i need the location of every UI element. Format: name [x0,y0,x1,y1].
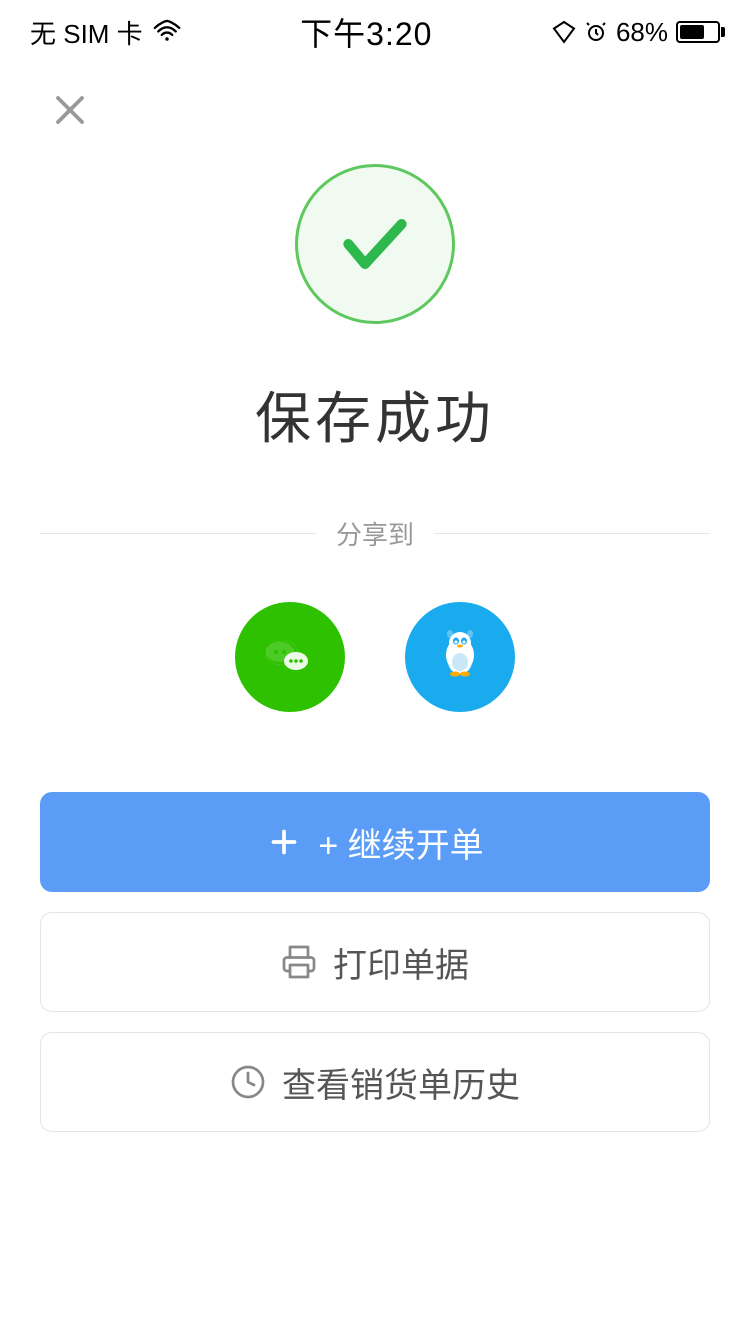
qq-icon [428,625,492,689]
print-icon [281,944,317,980]
success-title: 保存成功 [255,374,495,455]
share-label: 分享到 [336,515,414,552]
action-buttons: + 继续开单 打印单据 查看销货单历史 [0,792,750,1132]
wechat-icon [258,625,322,689]
battery-percent: 68% [616,17,668,48]
qq-share-button[interactable] [405,602,515,712]
alarm-icon [584,20,608,44]
share-section: 分享到 [0,515,750,712]
location-icon [552,20,576,44]
wechat-share-button[interactable] [235,602,345,712]
share-divider: 分享到 [40,515,710,552]
status-left: 无 SIM 卡 [30,14,181,51]
status-right: 68% [552,17,720,48]
close-button[interactable] [40,80,100,140]
main-content: 保存成功 分享到 [0,64,750,1132]
plus-icon [266,824,302,860]
success-circle [295,164,455,324]
status-bar: 无 SIM 卡 下午3:20 68% [0,0,750,64]
history-button[interactable]: 查看销货单历史 [40,1032,710,1132]
print-button[interactable]: 打印单据 [40,912,710,1012]
status-time: 下午3:20 [300,9,432,55]
continue-button[interactable]: + 继续开单 [40,792,710,892]
close-icon [52,92,88,128]
share-icons [40,602,710,712]
history-icon [230,1064,266,1100]
sim-status: 无 SIM 卡 [30,14,143,51]
wifi-icon [153,18,181,46]
checkmark-icon [335,204,415,284]
battery-icon [676,21,720,43]
